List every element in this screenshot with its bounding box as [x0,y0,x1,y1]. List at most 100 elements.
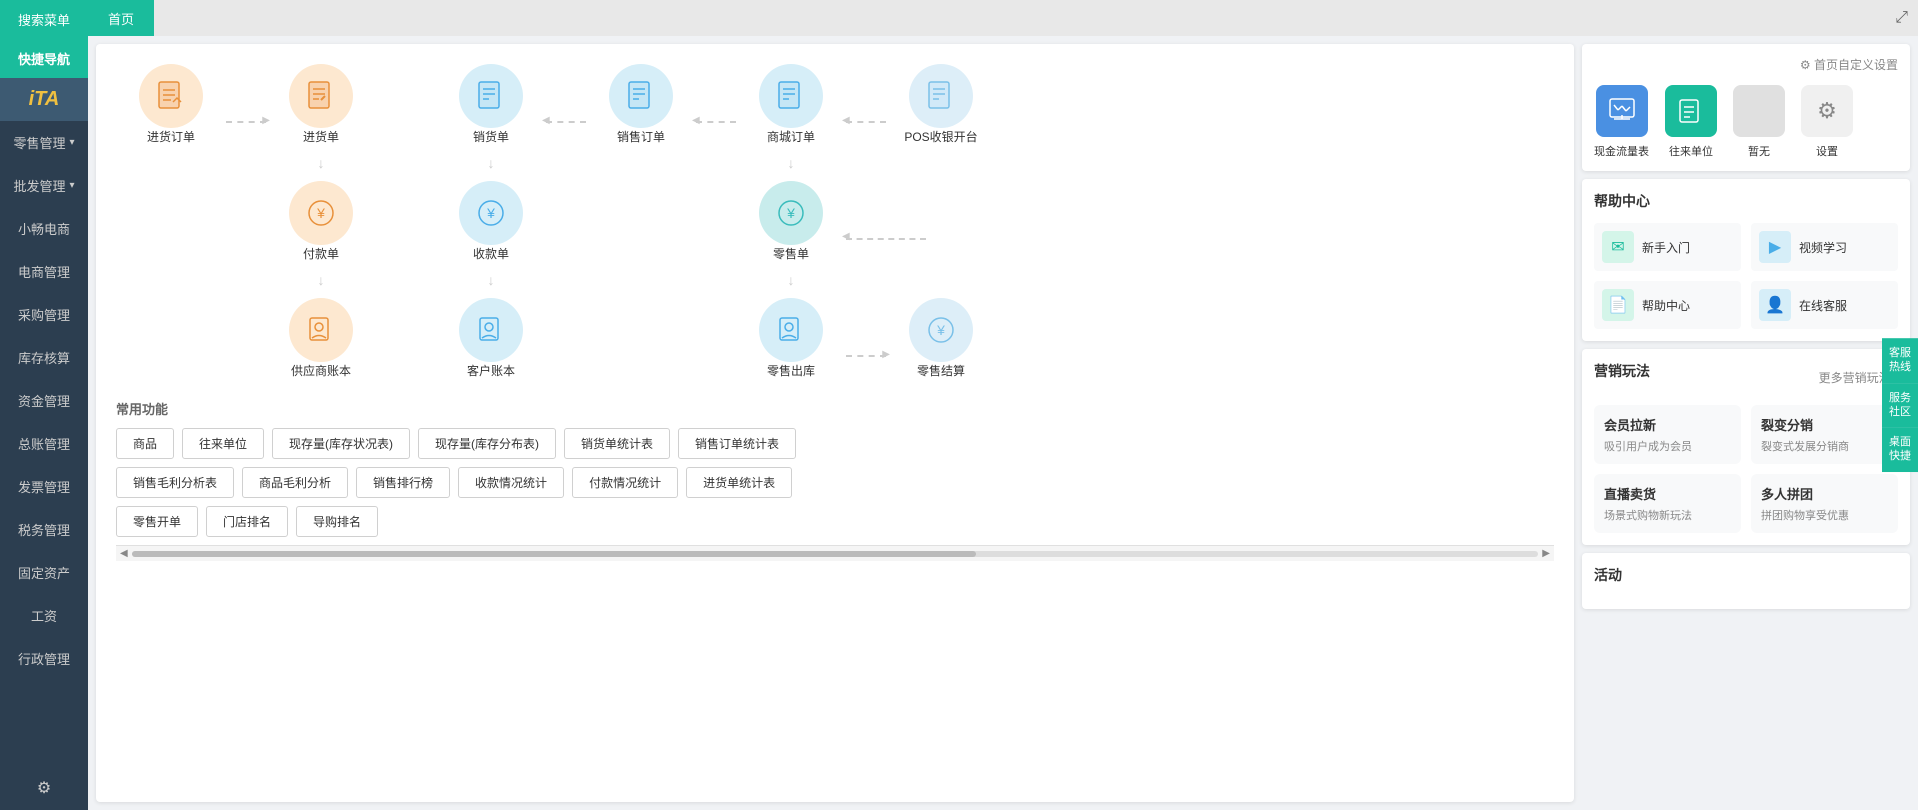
video-icon: ▶ [1759,231,1791,263]
func-btn-receipt-stat[interactable]: 收款情况统计 [458,467,564,498]
sidebar-item-ledger[interactable]: 总账管理 [0,422,88,465]
func-btn-goods[interactable]: 商品 [116,428,174,459]
help-center-section: 帮助中心 ✉ 新手入门 ▶ 视频学习 📄 帮助中心 👤 [1582,179,1910,341]
func-btn-sales-rank[interactable]: 销售排行榜 [356,467,450,498]
help-item-newbie[interactable]: ✉ 新手入门 [1594,223,1741,271]
node-label-retail-settlement: 零售结算 [917,362,965,379]
node-label-mall-order: 商城订单 [767,128,815,145]
node-retail-outbound[interactable]: 零售出库 [736,298,846,379]
sidebar-ledger-label: 总账管理 [18,434,70,453]
node-label-retail-outbound: 零售出库 [767,362,815,379]
node-customer-account[interactable]: 客户账本 [436,298,546,379]
func-row-2: 销售毛利分析表 商品毛利分析 销售排行榜 收款情况统计 付款情况统计 进货单统计… [116,467,1554,498]
func-btn-goods-profit[interactable]: 商品毛利分析 [242,467,348,498]
marketing-card-live[interactable]: 直播卖货 场景式购物新玩法 [1594,474,1741,533]
marketing-grid: 会员拉新 吸引用户成为会员 裂变分销 裂变式发展分销商 直播卖货 场景式购物新玩… [1594,405,1898,533]
sidebar-search[interactable]: 搜索菜单 [0,0,88,39]
left-panel: 进货订单 [96,44,1574,802]
svg-text:¥: ¥ [936,322,945,338]
sidebar-item-fixed-assets[interactable]: 固定资产 [0,551,88,594]
quick-icon-cashflow[interactable]: 现金流量表 [1594,85,1649,159]
marketing-card-fission[interactable]: 裂变分销 裂变式发展分销商 [1751,405,1898,464]
help-item-service[interactable]: 👤 在线客服 [1751,281,1898,329]
cashflow-icon-box [1596,85,1648,137]
workflow-row-1: 进货订单 [116,64,1554,145]
node-retail-bill[interactable]: ¥ 零售单 [736,181,846,262]
node-circle-purchase-order [139,64,203,128]
marketing-card-member[interactable]: 会员拉新 吸引用户成为会员 [1594,405,1741,464]
float-btn-desktop[interactable]: 桌面 快捷 [1882,427,1918,472]
quick-icon-contacts[interactable]: 往来单位 [1665,85,1717,159]
connector-outbound-to-settlement [846,355,886,357]
sidebar-item-tax[interactable]: 税务管理 [0,508,88,551]
marketing-card-group[interactable]: 多人拼团 拼团购物享受优惠 [1751,474,1898,533]
marketing-header: 营销玩法 更多营销玩法 › [1594,361,1898,393]
node-retail-settlement[interactable]: ¥ 零售结算 [886,298,996,379]
expand-button[interactable]: ⤢ [1885,9,1918,27]
sidebar-item-finance[interactable]: 资金管理 [0,379,88,422]
sidebar-item-wholesale[interactable]: 批发管理 ▾ [0,164,88,207]
node-payment[interactable]: ¥ 付款单 [266,181,376,262]
sidebar-ecom-mgr-label: 电商管理 [18,262,70,281]
func-btn-store-rank[interactable]: 门店排名 [206,506,288,537]
func-btn-guide-rank[interactable]: 导购排名 [296,506,378,537]
fission-card-title: 裂变分销 [1761,415,1888,434]
func-row-1: 商品 往来单位 现存量(库存状况表) 现存量(库存分布表) 销货单统计表 销售订… [116,428,1554,459]
func-btn-stock-status[interactable]: 现存量(库存状况表) [272,428,410,459]
node-sales-receipt[interactable]: 销货单 [436,64,546,145]
scroll-right-arrow[interactable]: ▶ [1542,548,1550,559]
func-btn-payment-stat[interactable]: 付款情况统计 [572,467,678,498]
float-buttons: 客服 热线 服务 社区 桌面 快捷 [1882,338,1918,472]
scroll-left-arrow[interactable]: ◀ [120,548,128,559]
sidebar-item-salary[interactable]: 工资 [0,594,88,637]
connector-so-to-sr [546,121,586,123]
node-purchase-order[interactable]: 进货订单 [116,64,226,145]
common-functions: 常用功能 商品 往来单位 现存量(库存状况表) 现存量(库存分布表) 销货单统计… [116,399,1554,537]
func-btn-sales-stat[interactable]: 销货单统计表 [564,428,670,459]
workflow-row-2: ¥ 付款单 ¥ 收款单 [116,181,1554,262]
v-connector-pr-payment: ↓ [318,149,325,177]
sidebar-item-more[interactable]: 行政管理 [0,637,88,680]
live-card-title: 直播卖货 [1604,484,1731,503]
node-label-supplier-account: 供应商账本 [291,362,351,379]
sidebar-item-invoice[interactable]: 发票管理 [0,465,88,508]
help-item-video[interactable]: ▶ 视频学习 [1751,223,1898,271]
scroll-track[interactable] [132,551,1539,557]
float-btn-community[interactable]: 服务 社区 [1882,383,1918,428]
help-item-help[interactable]: 📄 帮助中心 [1594,281,1741,329]
sidebar-item-ecom-mgr[interactable]: 电商管理 [0,250,88,293]
main-content: 首页 ⤢ [88,0,1918,810]
node-supplier-account[interactable]: 供应商账本 [266,298,376,379]
node-label-purchase-order: 进货订单 [147,128,195,145]
node-pos-open[interactable]: POS收银开台 [886,64,996,145]
v-connector-mo-retail: ↓ [788,149,795,177]
sidebar-item-purchase[interactable]: 采购管理 [0,293,88,336]
func-btn-sales-profit[interactable]: 销售毛利分析表 [116,467,234,498]
page-body: 进货订单 [88,36,1918,810]
func-btn-contacts[interactable]: 往来单位 [182,428,264,459]
func-btn-stock-dist[interactable]: 现存量(库存分布表) [418,428,556,459]
node-purchase-receipt[interactable]: 进货单 [266,64,376,145]
node-receipt[interactable]: ¥ 收款单 [436,181,546,262]
chevron-down-icon: ▾ [69,180,74,191]
tab-home[interactable]: 首页 [88,0,154,36]
node-circle-purchase-receipt [289,64,353,128]
float-btn-service[interactable]: 客服 热线 [1882,338,1918,383]
quick-access-header: ⚙ 首页自定义设置 [1594,56,1898,73]
func-btn-purchase-stat[interactable]: 进货单统计表 [686,467,792,498]
settings-icon-box: ⚙ [1801,85,1853,137]
sidebar-settings-icon[interactable]: ⚙ [0,766,88,810]
quick-icon-settings[interactable]: ⚙ 设置 [1801,85,1853,159]
sidebar-item-ecom-small[interactable]: 小畅电商 [0,207,88,250]
sidebar-item-inventory[interactable]: 库存核算 [0,336,88,379]
func-btn-sales-order-stat[interactable]: 销售订单统计表 [678,428,796,459]
group-card-desc: 拼团购物享受优惠 [1761,507,1888,523]
customize-link[interactable]: ⚙ 首页自定义设置 [1800,56,1898,73]
node-sales-order[interactable]: 销售订单 [586,64,696,145]
svg-text:¥: ¥ [786,205,795,221]
node-mall-order[interactable]: 商城订单 [736,64,846,145]
func-btn-retail-order[interactable]: 零售开单 [116,506,198,537]
quick-icons-container: 现金流量表 往来单位 [1594,85,1898,159]
sidebar-item-retail[interactable]: 零售管理 ▾ [0,121,88,164]
node-circle-payment: ¥ [289,181,353,245]
